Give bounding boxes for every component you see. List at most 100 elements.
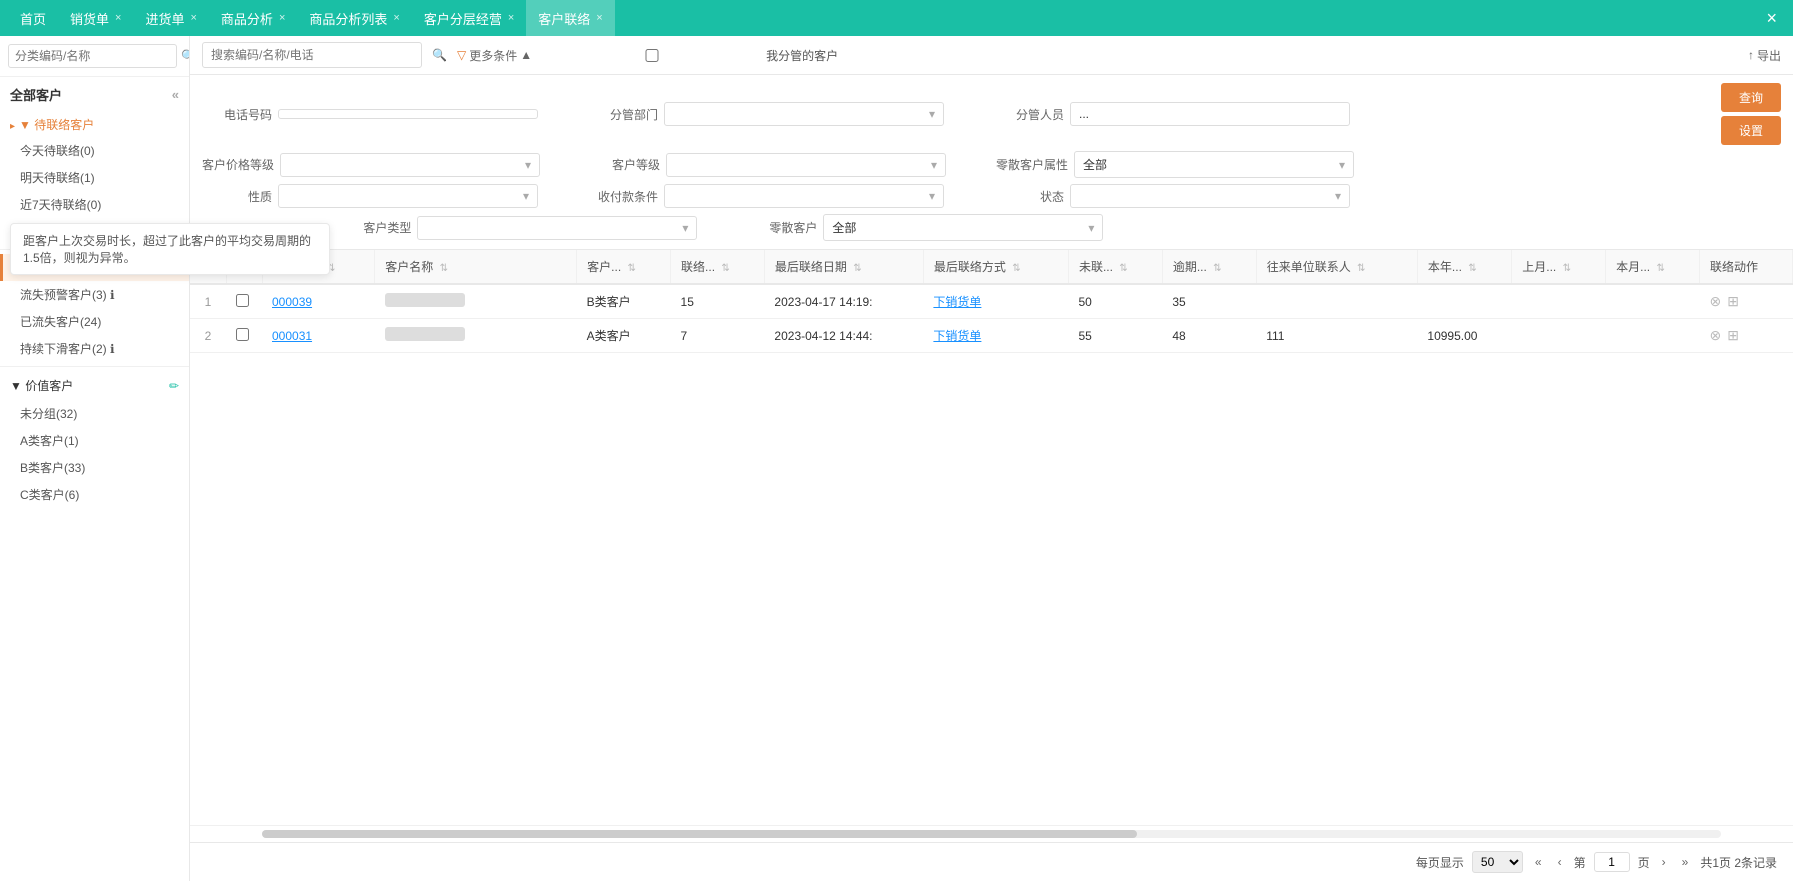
page-suffix-label: 页 <box>1638 854 1650 871</box>
close-product-analysis-icon[interactable]: × <box>279 12 285 24</box>
sidebar-item-b-class[interactable]: B类客户(33) <box>0 454 189 481</box>
col-this-month[interactable]: 本月... ⇅ <box>1606 250 1700 284</box>
sidebar-item-c-class[interactable]: C类客户(6) <box>0 481 189 508</box>
pagination-bar: 每页显示 50 100 200 « ‹ 第 页 › » 共1页 2条记录 <box>190 842 1793 881</box>
sidebar-section-pending-contact[interactable]: ▼ 待联络客户 <box>0 112 189 137</box>
sidebar-section-value-customer[interactable]: ▼ 价值客户 ✏ <box>0 371 189 400</box>
sidebar-item-churn-warning[interactable]: 流失预警客户(3) ℹ <box>0 281 189 308</box>
window-close-icon[interactable]: × <box>1758 8 1785 29</box>
close-sales-order-icon[interactable]: × <box>115 12 121 24</box>
col-name[interactable]: 客户名称 ⇅ <box>375 250 577 284</box>
sidebar-item-ungrouped[interactable]: 未分组(32) <box>0 400 189 427</box>
sidebar-search-input[interactable] <box>8 44 177 68</box>
nav-product-analysis-list[interactable]: 商品分析列表 × <box>297 0 411 36</box>
first-page-button[interactable]: « <box>1531 853 1546 871</box>
edit-icon[interactable]: ✏ <box>169 379 179 393</box>
close-purchase-order-icon[interactable]: × <box>190 12 196 24</box>
filter-status: 状态 <box>994 184 1350 208</box>
my-customer-checkbox-area[interactable]: 我分管的客户 <box>542 47 838 64</box>
col-last-month[interactable]: 上月... ⇅ <box>1512 250 1606 284</box>
page-number-input[interactable] <box>1594 852 1630 872</box>
col-contact[interactable]: 联络... ⇅ <box>671 250 765 284</box>
row-1-name-blurred <box>385 293 465 307</box>
row-2-method[interactable]: 下销货单 <box>923 319 1068 353</box>
row-2-grid-icon[interactable]: ⊞ <box>1727 327 1739 344</box>
query-button[interactable]: 查询 <box>1721 83 1781 112</box>
h-scrollbar-thumb[interactable] <box>262 830 1137 838</box>
manager-input[interactable]: ... <box>1070 102 1350 126</box>
search-input[interactable] <box>202 42 422 68</box>
nav-customer-contact[interactable]: 客户联络 × <box>526 0 614 36</box>
dept-chevron-icon <box>929 107 935 121</box>
filter-customer-level: 客户等级 <box>590 153 946 177</box>
price-level-dropdown[interactable] <box>280 153 540 177</box>
payment-label: 收付款条件 <box>588 188 658 205</box>
filter-retail-attr: 零散客户属性 全部 <box>996 151 1354 178</box>
nav-purchase-order[interactable]: 进货单 × <box>133 0 208 36</box>
sidebar-item-churned[interactable]: 已流失客户(24) <box>0 308 189 335</box>
main-layout: 🔍 全部客户 « ▼ 待联络客户 今天待联络(0) 明天待联络(1) 近7天待联… <box>0 36 1793 881</box>
col-this-year[interactable]: 本年... ⇅ <box>1417 250 1511 284</box>
more-conditions-button[interactable]: ▽ 更多条件 ▲ <box>457 47 532 64</box>
sidebar-item-today-contact[interactable]: 今天待联络(0) <box>0 137 189 164</box>
row-2-select[interactable] <box>236 328 249 341</box>
customer-type-label: 客户类型 <box>341 219 411 236</box>
dept-dropdown[interactable] <box>664 102 944 126</box>
row-1-link-icon[interactable]: ⊗ <box>1709 293 1721 310</box>
row-1-name[interactable] <box>375 284 577 319</box>
advanced-filters: 电话号码 分管部门 分管人员 ... 查询 <box>190 75 1793 250</box>
customer-level-dropdown[interactable] <box>666 153 946 177</box>
filter-row-3: 性质 收付款条件 状态 <box>202 184 1781 208</box>
nav-product-analysis[interactable]: 商品分析 × <box>209 0 297 36</box>
col-overdue[interactable]: 逾期... ⇅ <box>1162 250 1256 284</box>
row-2-code[interactable]: 000031 <box>262 319 375 353</box>
row-2-link-icon[interactable]: ⊗ <box>1709 327 1721 344</box>
chevron-up-icon: ▲ <box>520 48 532 62</box>
total-records-label: 共1页 2条记录 <box>1700 854 1777 871</box>
row-2-name[interactable] <box>375 319 577 353</box>
nav-customer-segmentation[interactable]: 客户分层经营 × <box>412 0 526 36</box>
retail-customer-dropdown[interactable]: 全部 <box>823 214 1103 241</box>
sort-method-icon: ⇅ <box>1012 263 1020 274</box>
retail-attr-dropdown[interactable]: 全部 <box>1074 151 1354 178</box>
status-dropdown[interactable] <box>1070 184 1350 208</box>
row-1-code[interactable]: 000039 <box>262 284 375 319</box>
col-category[interactable]: 客户... ⇅ <box>577 250 671 284</box>
payment-chevron-icon <box>929 189 935 203</box>
col-uncontacted[interactable]: 未联... ⇅ <box>1068 250 1162 284</box>
sidebar-collapse-icon[interactable]: « <box>172 87 179 102</box>
close-customer-contact-icon[interactable]: × <box>596 12 602 24</box>
next-page-button[interactable]: › <box>1658 853 1670 871</box>
phone-input[interactable] <box>278 109 538 119</box>
search-icon[interactable]: 🔍 <box>432 48 447 62</box>
row-1-grid-icon[interactable]: ⊞ <box>1727 293 1739 310</box>
close-customer-segmentation-icon[interactable]: × <box>508 12 514 24</box>
row-1-select[interactable] <box>236 294 249 307</box>
sidebar-item-tomorrow-contact[interactable]: 明天待联络(1) <box>0 164 189 191</box>
payment-dropdown[interactable] <box>664 184 944 208</box>
retail-attr-label: 零散客户属性 <box>996 156 1068 173</box>
close-product-analysis-list-icon[interactable]: × <box>393 12 399 24</box>
col-last-contact-date[interactable]: 最后联络日期 ⇅ <box>764 250 923 284</box>
per-page-select[interactable]: 50 100 200 <box>1472 851 1523 873</box>
sidebar-item-a-class[interactable]: A类客户(1) <box>0 427 189 454</box>
customer-type-dropdown[interactable] <box>417 216 697 240</box>
row-num-1: 1 <box>190 284 226 319</box>
prev-page-button[interactable]: ‹ <box>1554 853 1566 871</box>
nav-home[interactable]: 首页 <box>8 0 58 36</box>
sidebar-item-declining[interactable]: 持续下滑客户(2) ℹ <box>0 335 189 362</box>
row-1-method[interactable]: 下销货单 <box>923 284 1068 319</box>
nav-sales-order[interactable]: 销货单 × <box>58 0 133 36</box>
sidebar-all-customers[interactable]: 全部客户 « <box>0 77 189 112</box>
setting-button[interactable]: 设置 <box>1721 116 1781 145</box>
col-unit-contact[interactable]: 往来单位联系人 ⇅ <box>1256 250 1417 284</box>
h-scrollbar[interactable] <box>262 830 1721 838</box>
export-button[interactable]: ↑ 导出 <box>1748 47 1781 64</box>
sidebar-search-icon[interactable]: 🔍 <box>181 49 190 63</box>
nature-dropdown[interactable] <box>278 184 538 208</box>
last-page-button[interactable]: » <box>1678 853 1693 871</box>
customer-type-chevron-icon <box>682 221 688 235</box>
sidebar-item-7day-contact[interactable]: 近7天待联络(0) <box>0 191 189 218</box>
col-last-contact-method[interactable]: 最后联络方式 ⇅ <box>923 250 1068 284</box>
my-customer-checkbox[interactable] <box>542 49 762 62</box>
